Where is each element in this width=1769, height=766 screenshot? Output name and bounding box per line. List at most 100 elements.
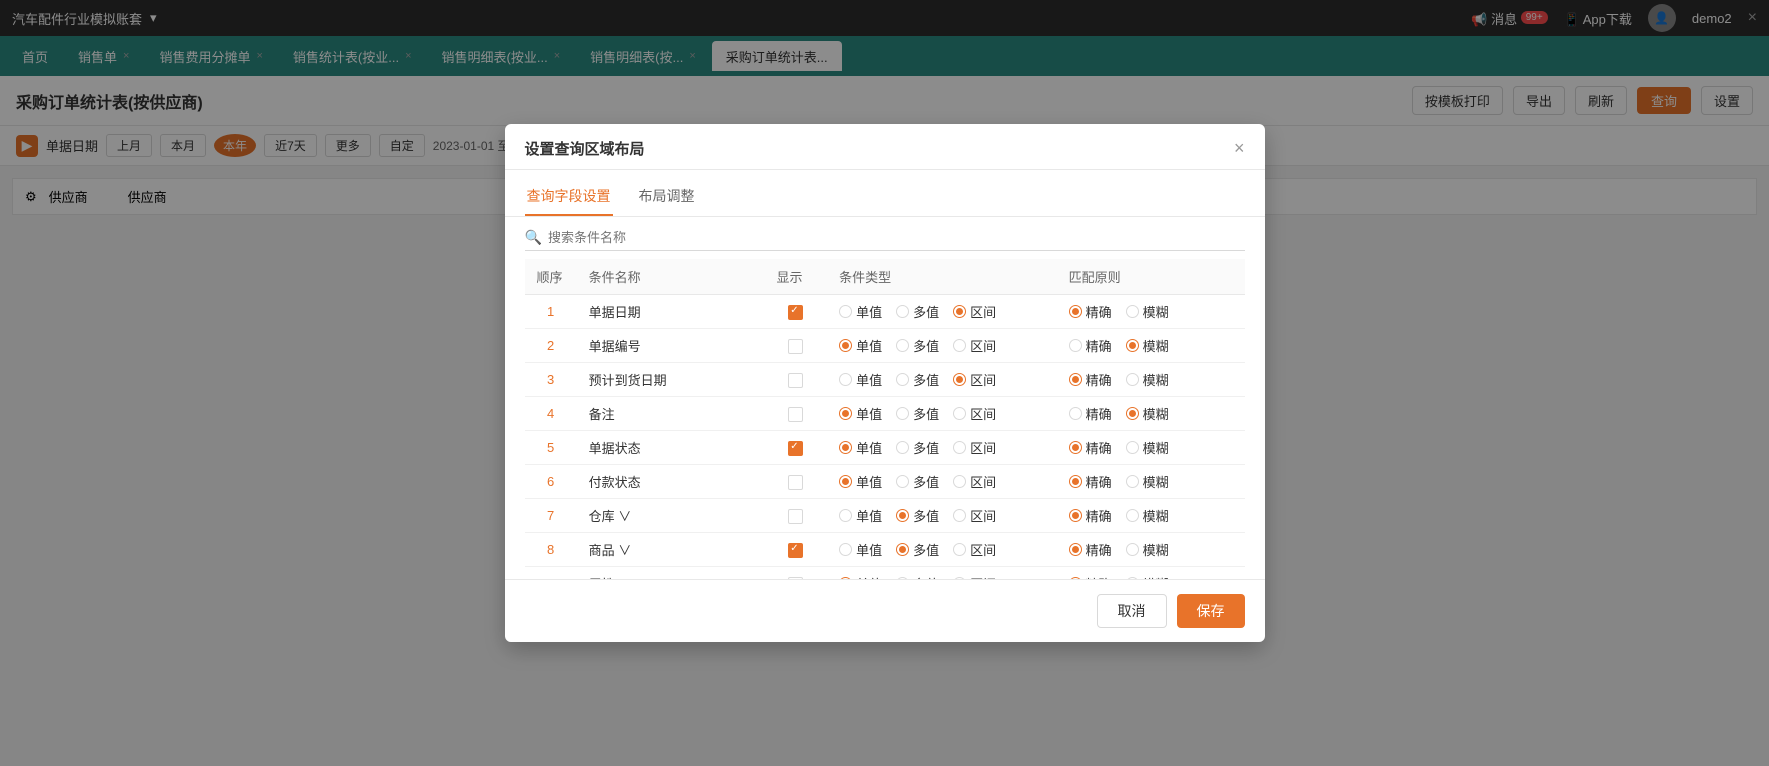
checkbox-display-7[interactable] xyxy=(788,509,803,524)
radio-label: 多值 xyxy=(913,404,939,423)
radio-label: 精确 xyxy=(1086,302,1112,321)
radio-type-single-7[interactable]: 单值 xyxy=(839,506,882,525)
row-display-4[interactable] xyxy=(764,397,827,431)
row-display-1[interactable] xyxy=(764,295,827,329)
radio-label: 模糊 xyxy=(1143,506,1169,525)
radio-type-multi-2[interactable]: 多值 xyxy=(896,336,939,355)
checkbox-display-4[interactable] xyxy=(788,407,803,422)
radio-match-fuzzy-1[interactable]: 模糊 xyxy=(1126,302,1169,321)
radio-dot xyxy=(896,475,909,488)
radio-dot xyxy=(953,441,966,454)
radio-type-single-4[interactable]: 单值 xyxy=(839,404,882,423)
radio-type-single-6[interactable]: 单值 xyxy=(839,472,882,491)
col-header-display: 显示 xyxy=(764,259,827,295)
checkbox-display-2[interactable] xyxy=(788,339,803,354)
radio-type-range-3[interactable]: 区间 xyxy=(953,370,996,389)
radio-type-range-6[interactable]: 区间 xyxy=(953,472,996,491)
row-match-9: 精确模糊 xyxy=(1057,567,1245,580)
radio-dot xyxy=(839,305,852,318)
row-match-7: 精确 模糊 xyxy=(1057,499,1245,533)
row-type-4: 单值 多值区间 xyxy=(827,397,1057,431)
radio-match-fuzzy-5[interactable]: 模糊 xyxy=(1126,438,1169,457)
row-order-8: 8 xyxy=(525,533,577,567)
row-match-1: 精确模糊 xyxy=(1057,295,1245,329)
radio-match-fuzzy-4[interactable]: 模糊 xyxy=(1126,404,1169,423)
table-row: 8商品 ∨单值多值区间精确模糊 xyxy=(525,533,1245,567)
settings-table-body: 1单据日期单值多值区间精确模糊2单据编号单值多值区间精确模糊3预计到货日期单值多… xyxy=(525,295,1245,580)
radio-dot xyxy=(1126,543,1139,556)
radio-type-range-1[interactable]: 区间 xyxy=(953,302,996,321)
radio-type-single-3[interactable]: 单值 xyxy=(839,370,882,389)
row-type-7: 单值多值区间 xyxy=(827,499,1057,533)
radio-type-range-4[interactable]: 区间 xyxy=(953,404,996,423)
radio-dot xyxy=(1069,475,1082,488)
radio-type-range-7[interactable]: 区间 xyxy=(953,506,996,525)
modal-overlay: 设置查询区域布局 × 查询字段设置 布局调整 🔍 顺序 条件名称 xyxy=(0,0,1769,766)
radio-dot xyxy=(896,305,909,318)
tab-query-fields[interactable]: 查询字段设置 xyxy=(525,180,613,216)
row-display-9[interactable] xyxy=(764,567,827,580)
row-display-2[interactable] xyxy=(764,329,827,363)
row-name-9: 属性 ∨ xyxy=(577,567,765,580)
radio-dot xyxy=(953,543,966,556)
radio-dot xyxy=(1126,305,1139,318)
col-header-type: 条件类型 xyxy=(827,259,1057,295)
checkbox-display-6[interactable] xyxy=(788,475,803,490)
modal-footer: 取消 保存 xyxy=(505,579,1265,642)
radio-type-multi-7[interactable]: 多值 xyxy=(896,506,939,525)
radio-type-range-8[interactable]: 区间 xyxy=(953,540,996,559)
radio-match-exact-4[interactable]: 精确 xyxy=(1069,404,1112,423)
tab-layout-adjust[interactable]: 布局调整 xyxy=(637,180,697,216)
checkbox-display-9[interactable] xyxy=(788,577,803,579)
search-input[interactable] xyxy=(548,230,748,245)
checkbox-display-3[interactable] xyxy=(788,373,803,388)
row-match-6: 精确模糊 xyxy=(1057,465,1245,499)
radio-label: 多值 xyxy=(913,540,939,559)
modal-close-button[interactable]: × xyxy=(1234,138,1245,159)
cancel-button[interactable]: 取消 xyxy=(1097,594,1167,628)
row-display-8[interactable] xyxy=(764,533,827,567)
radio-label: 多值 xyxy=(913,302,939,321)
row-display-6[interactable] xyxy=(764,465,827,499)
radio-type-single-8[interactable]: 单值 xyxy=(839,540,882,559)
radio-dot xyxy=(953,407,966,420)
save-button[interactable]: 保存 xyxy=(1177,594,1245,628)
radio-match-exact-5[interactable]: 精确 xyxy=(1069,438,1112,457)
radio-type-single-5[interactable]: 单值 xyxy=(839,438,882,457)
radio-type-multi-4[interactable]: 多值 xyxy=(896,404,939,423)
radio-label: 区间 xyxy=(970,370,996,389)
radio-type-single-1[interactable]: 单值 xyxy=(839,302,882,321)
radio-match-exact-2[interactable]: 精确 xyxy=(1069,336,1112,355)
radio-dot xyxy=(839,373,852,386)
checkbox-display-8[interactable] xyxy=(788,543,803,558)
radio-type-multi-3[interactable]: 多值 xyxy=(896,370,939,389)
radio-dot xyxy=(1069,373,1082,386)
row-display-3[interactable] xyxy=(764,363,827,397)
checkbox-display-1[interactable] xyxy=(788,305,803,320)
radio-match-exact-8[interactable]: 精确 xyxy=(1069,540,1112,559)
radio-type-multi-5[interactable]: 多值 xyxy=(896,438,939,457)
radio-match-exact-7[interactable]: 精确 xyxy=(1069,506,1112,525)
radio-match-fuzzy-2[interactable]: 模糊 xyxy=(1126,336,1169,355)
radio-type-multi-6[interactable]: 多值 xyxy=(896,472,939,491)
row-display-7[interactable] xyxy=(764,499,827,533)
row-display-5[interactable] xyxy=(764,431,827,465)
radio-type-single-2[interactable]: 单值 xyxy=(839,336,882,355)
radio-label: 单值 xyxy=(856,302,882,321)
radio-match-fuzzy-6[interactable]: 模糊 xyxy=(1126,472,1169,491)
radio-type-range-5[interactable]: 区间 xyxy=(953,438,996,457)
checkbox-display-5[interactable] xyxy=(788,441,803,456)
radio-type-range-2[interactable]: 区间 xyxy=(953,336,996,355)
radio-match-exact-1[interactable]: 精确 xyxy=(1069,302,1112,321)
radio-type-multi-1[interactable]: 多值 xyxy=(896,302,939,321)
radio-dot xyxy=(953,339,966,352)
radio-match-fuzzy-3[interactable]: 模糊 xyxy=(1126,370,1169,389)
radio-match-exact-3[interactable]: 精确 xyxy=(1069,370,1112,389)
row-order-7: 7 xyxy=(525,499,577,533)
radio-match-fuzzy-7[interactable]: 模糊 xyxy=(1126,506,1169,525)
radio-match-exact-6[interactable]: 精确 xyxy=(1069,472,1112,491)
radio-type-multi-8[interactable]: 多值 xyxy=(896,540,939,559)
row-type-1: 单值 多值区间 xyxy=(827,295,1057,329)
radio-match-fuzzy-8[interactable]: 模糊 xyxy=(1126,540,1169,559)
radio-dot xyxy=(1069,441,1082,454)
